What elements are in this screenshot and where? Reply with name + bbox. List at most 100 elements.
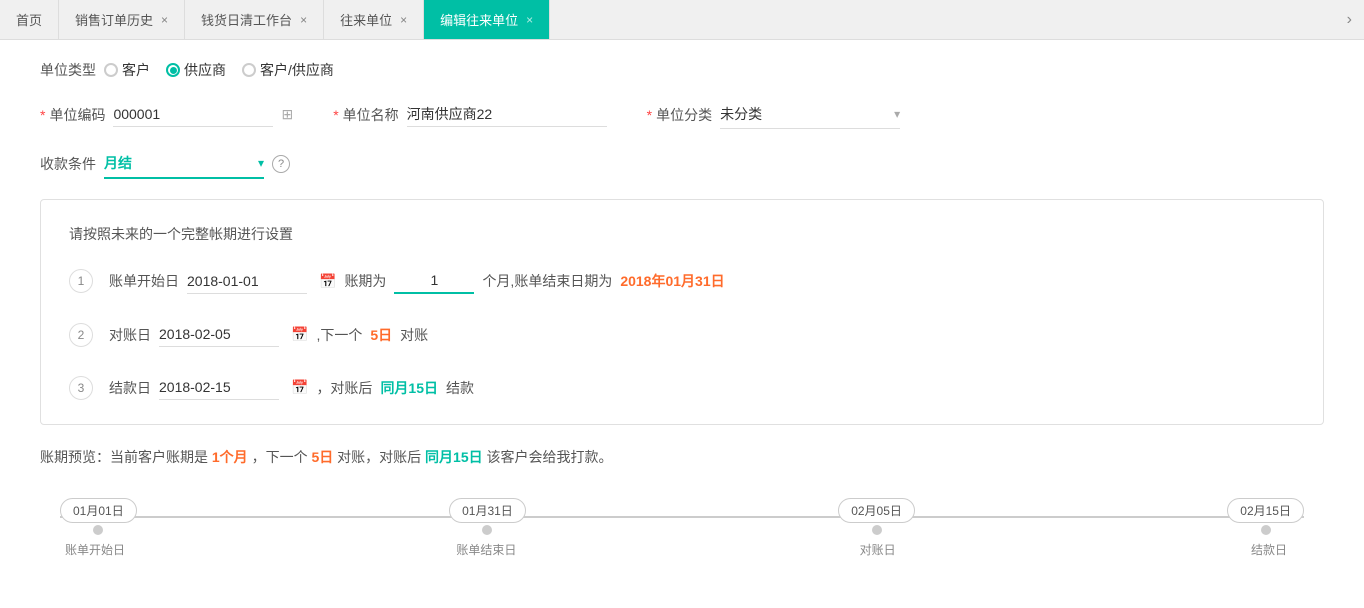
timeline-section: 01月01日 01月31日 02月05日 02月15日 xyxy=(40,498,1324,558)
step-2-highlight: 5日 xyxy=(370,325,392,345)
step-3-label: 结款日 xyxy=(109,378,151,398)
unit-category-arrow-icon: ▾ xyxy=(894,107,900,121)
timeline-label-4: 结款日 xyxy=(1234,541,1304,558)
timeline-node-4: 02月15日 xyxy=(1227,498,1304,535)
step-3-number: 3 xyxy=(69,376,93,400)
tab-edit-partner-close[interactable]: × xyxy=(526,14,533,26)
step-1-suffix: 账期为 xyxy=(344,271,386,291)
payment-condition-arrow-icon: ▾ xyxy=(258,156,264,170)
unit-category-value: 未分类 xyxy=(720,100,894,128)
timeline-node-2: 01月31日 xyxy=(449,498,526,535)
timeline-badge-4: 02月15日 xyxy=(1227,498,1304,523)
timeline-badge-3: 02月05日 xyxy=(838,498,915,523)
tab-expand-button[interactable]: › xyxy=(1335,0,1364,39)
preview-prefix: 账期预览：当前客户账期是 xyxy=(40,449,208,465)
unit-code-copy-icon[interactable]: ⊞ xyxy=(281,106,293,123)
radio-both-circle xyxy=(242,63,256,77)
step-1-calendar-icon[interactable]: 📅 xyxy=(319,273,336,290)
step-1-period-input[interactable] xyxy=(394,268,474,294)
payment-help-icon[interactable]: ? xyxy=(272,155,290,173)
step-1-number: 1 xyxy=(69,269,93,293)
radio-supplier-label: 供应商 xyxy=(184,60,226,80)
step-1-label: 账单开始日 xyxy=(109,271,179,291)
timeline-dot-3 xyxy=(872,525,882,535)
unit-code-group: * 单位编码 ⊞ xyxy=(40,102,293,127)
tab-cash-work[interactable]: 钱货日清工作台 × xyxy=(185,0,324,39)
step-1-period-unit: 个月,账单结束日期为 xyxy=(482,271,612,291)
radio-customer-circle xyxy=(104,63,118,77)
timeline-labels: 账单开始日 账单结束日 对账日 结款日 xyxy=(40,541,1324,558)
radio-customer[interactable]: 客户 xyxy=(104,60,150,80)
step-1-content: 账单开始日 📅 账期为 个月,账单结束日期为 2018年01月31日 xyxy=(109,268,725,294)
unit-code-required: * xyxy=(40,107,45,123)
preview-part2: 5日 xyxy=(311,449,333,465)
timeline-badge-1: 01月01日 xyxy=(60,498,137,523)
preview-part3: 同月15日 xyxy=(425,449,483,465)
unit-code-input[interactable] xyxy=(113,102,273,127)
tab-edit-partner[interactable]: 编辑往来单位 × xyxy=(424,0,550,39)
unit-name-group: * 单位名称 xyxy=(333,102,606,127)
unit-category-label: 单位分类 xyxy=(656,105,712,125)
timeline-label-1: 账单开始日 xyxy=(60,541,130,558)
step-2-number: 2 xyxy=(69,323,93,347)
tab-partner[interactable]: 往来单位 × xyxy=(324,0,424,39)
step-1-row: 1 账单开始日 📅 账期为 个月,账单结束日期为 2018年01月31日 xyxy=(69,268,1295,294)
step-2-calendar-icon[interactable]: 📅 xyxy=(291,326,308,343)
step-1-date-input[interactable] xyxy=(187,269,307,294)
step-3-date-input[interactable] xyxy=(159,375,279,400)
billing-period-card: 请按照未来的一个完整帐期进行设置 1 账单开始日 📅 账期为 个月,账单结束日期… xyxy=(40,199,1324,425)
unit-type-row: 单位类型 客户 供应商 客户/供应商 xyxy=(40,60,1324,80)
tab-sales-order-label: 销售订单历史 xyxy=(75,10,153,29)
payment-condition-select[interactable]: 月结 ▾ xyxy=(104,149,264,179)
unit-name-required: * xyxy=(333,107,338,123)
step-3-row: 3 结款日 📅 ，对账后 同月15日 结款 xyxy=(69,375,1295,400)
radio-customer-label: 客户 xyxy=(122,60,150,80)
unit-category-group: * 单位分类 未分类 ▾ xyxy=(647,100,900,129)
payment-condition-value: 月结 xyxy=(104,149,258,177)
timeline-node-1: 01月01日 xyxy=(60,498,137,535)
unit-name-input[interactable] xyxy=(407,102,607,127)
tab-cash-work-label: 钱货日清工作台 xyxy=(201,10,292,29)
page-content: 单位类型 客户 供应商 客户/供应商 * 单位编码 xyxy=(0,40,1364,608)
tab-sales-order-close[interactable]: × xyxy=(161,14,168,26)
step-3-content: 结款日 📅 ，对账后 同月15日 结款 xyxy=(109,375,474,400)
preview-end: 该客户会给我打款。 xyxy=(487,449,613,465)
step-2-label: 对账日 xyxy=(109,325,151,345)
unit-type-group: 单位类型 客户 供应商 客户/供应商 xyxy=(40,60,334,80)
step-2-suffix: 对账 xyxy=(400,325,428,345)
preview-section: 账期预览：当前客户账期是 1个月 ，下一个 5日 对账，对账后 同月15日 该客… xyxy=(40,445,1324,470)
payment-condition-row: 收款条件 月结 ▾ ? xyxy=(40,149,1324,179)
tab-home-label: 首页 xyxy=(16,10,42,29)
step-1-end-date: 2018年01月31日 xyxy=(620,271,724,291)
timeline-label-2: 账单结束日 xyxy=(451,541,521,558)
tab-home[interactable]: 首页 xyxy=(0,0,59,39)
timeline-node-3: 02月05日 xyxy=(838,498,915,535)
timeline-dot-1 xyxy=(93,525,103,535)
radio-supplier-circle xyxy=(166,63,180,77)
step-2-row: 2 对账日 📅 ,下一个 5日 对账 xyxy=(69,322,1295,347)
timeline-dot-2 xyxy=(482,525,492,535)
timeline-line xyxy=(60,516,1304,518)
unit-category-select[interactable]: 未分类 ▾ xyxy=(720,100,900,129)
unit-code-label: 单位编码 xyxy=(49,105,105,125)
unit-info-row: * 单位编码 ⊞ * 单位名称 * 单位分类 未分类 ▾ xyxy=(40,100,1324,129)
radio-group: 客户 供应商 客户/供应商 xyxy=(104,60,334,80)
timeline-dot-4 xyxy=(1261,525,1271,535)
tab-edit-partner-label: 编辑往来单位 xyxy=(440,10,518,29)
tab-cash-work-close[interactable]: × xyxy=(300,14,307,26)
step-2-date-input[interactable] xyxy=(159,322,279,347)
timeline-track: 01月01日 01月31日 02月05日 02月15日 xyxy=(40,498,1324,535)
radio-both[interactable]: 客户/供应商 xyxy=(242,60,334,80)
unit-category-required: * xyxy=(647,107,652,123)
radio-supplier[interactable]: 供应商 xyxy=(166,60,226,80)
preview-sep2: 对账，对账后 xyxy=(337,449,421,465)
timeline-label-3: 对账日 xyxy=(843,541,913,558)
step-2-content: 对账日 📅 ,下一个 5日 对账 xyxy=(109,322,428,347)
tab-partner-close[interactable]: × xyxy=(400,14,407,26)
payment-condition-label: 收款条件 xyxy=(40,154,96,174)
tab-sales-order[interactable]: 销售订单历史 × xyxy=(59,0,185,39)
step-3-calendar-icon[interactable]: 📅 xyxy=(291,379,308,396)
step-3-highlight: 同月15日 xyxy=(380,378,438,398)
timeline-badge-2: 01月31日 xyxy=(449,498,526,523)
card-title: 请按照未来的一个完整帐期进行设置 xyxy=(69,224,1295,244)
